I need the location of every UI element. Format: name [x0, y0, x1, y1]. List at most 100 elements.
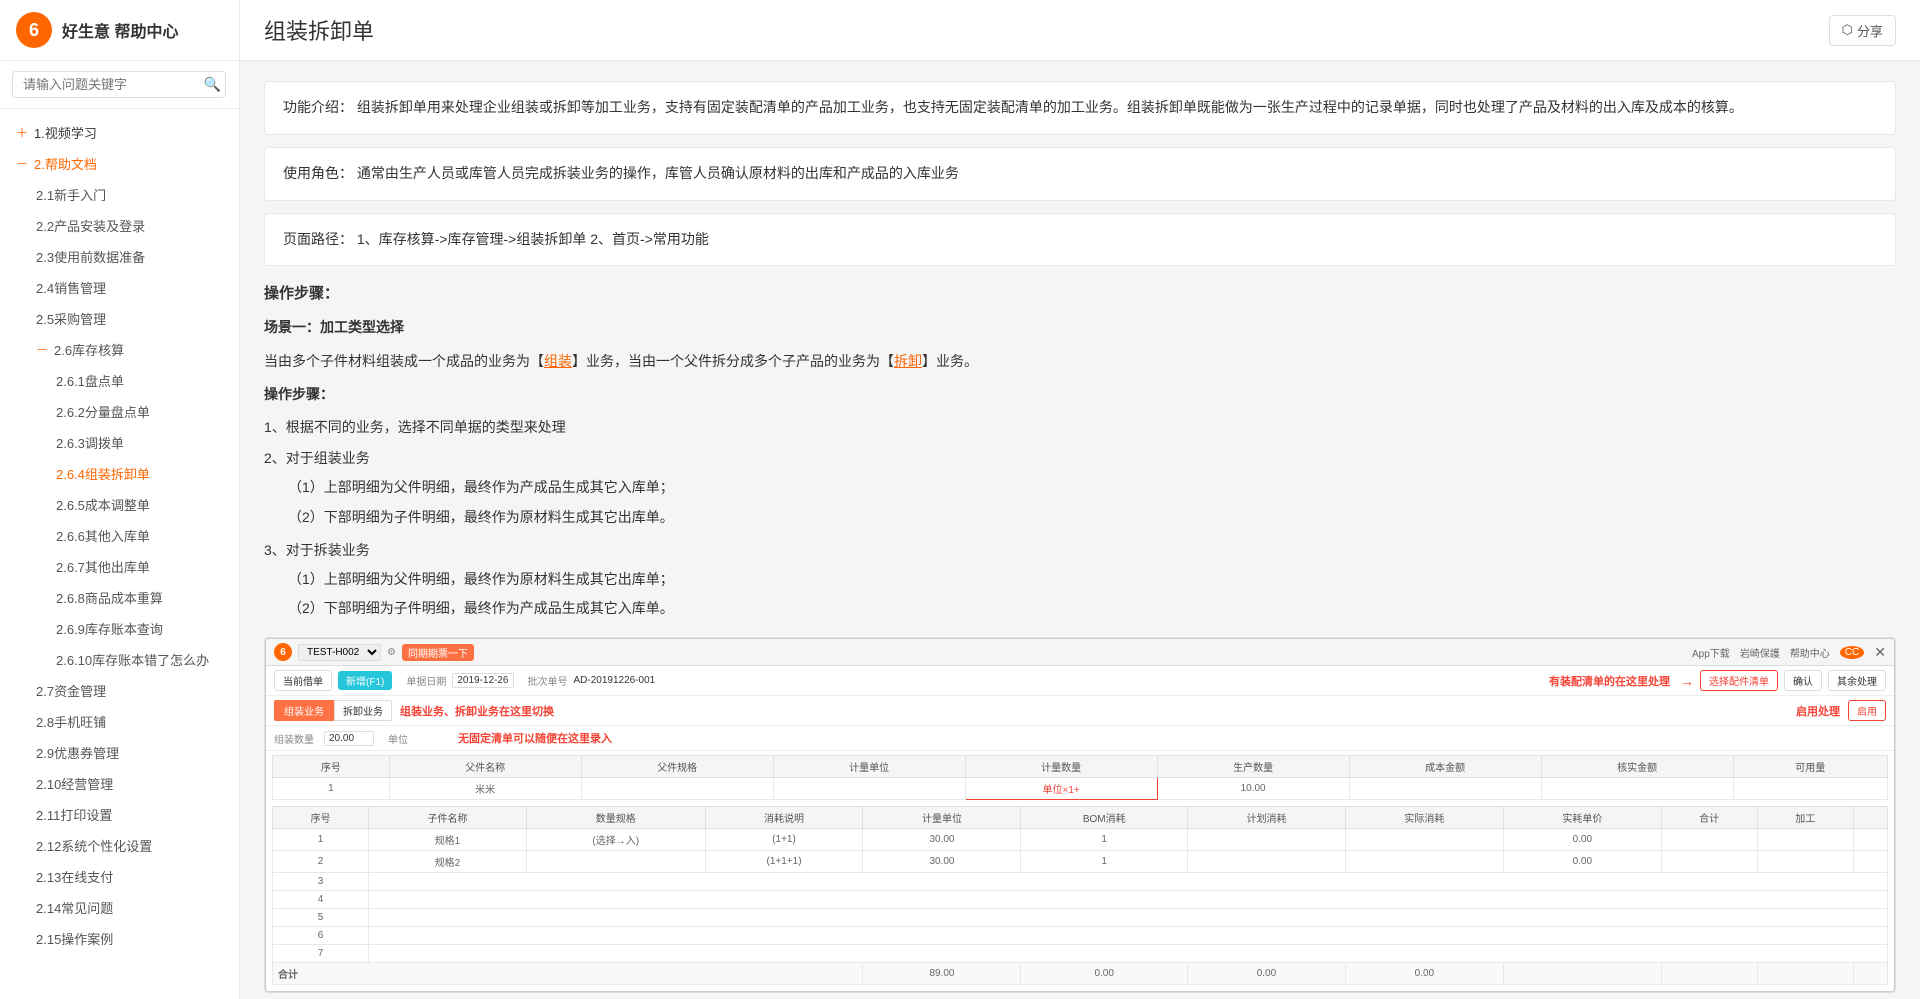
mock-app-bar: 6 TEST-H002 ⚙ 同期期票一下 App下载 岩崎保護 帮助中心 CC …: [266, 639, 1894, 666]
mock-unit-label: 单位: [388, 731, 408, 746]
sidebar-item-video[interactable]: ＋ 1.视频学习: [0, 117, 239, 148]
role-text: 通常由生产人员或库管人员完成拆装业务的操作，库管人员确认原材料的出库和产成品的入…: [357, 165, 959, 181]
step3: 3、对于拆装业务: [264, 538, 1896, 563]
sidebar-item-sales[interactable]: 2.4销售管理: [16, 272, 239, 303]
table-row: 7: [273, 945, 1888, 963]
mock-store-select[interactable]: TEST-H002: [298, 644, 381, 661]
main-header: 组装拆卸单 ⬡ 分享: [240, 0, 1920, 61]
sidebar-item-assemble[interactable]: 2.6.4组装拆卸单: [26, 458, 239, 489]
table-row: 5: [273, 909, 1888, 927]
sidebar-item-finance[interactable]: 2.7资金管理: [16, 675, 239, 706]
table-row: 1 规格1 (选择→入) (1+1) 30.00 1 0.00: [273, 829, 1888, 851]
mock-date-label: 单据日期: [406, 673, 446, 688]
mock-batchno-label: 批次单号: [528, 673, 568, 688]
mock-helpcenter[interactable]: 帮助中心: [1790, 645, 1830, 660]
sidebar: 6 好生意 帮助中心 🔍 ＋ 1.视频学习 － 2.帮助文档 2.1新手入门 2…: [0, 0, 240, 999]
mock-type-tabs: 组装业务 拆卸业务: [274, 700, 392, 721]
screenshot-container: 6 TEST-H002 ⚙ 同期期票一下 App下载 岩崎保護 帮助中心 CC …: [264, 637, 1896, 993]
th-unit: 计量单位: [773, 756, 965, 778]
sidebar-item-coupon[interactable]: 2.9优惠券管理: [16, 737, 239, 768]
mock-type-assemble[interactable]: 组装业务: [274, 700, 334, 721]
search-button[interactable]: 🔍: [198, 76, 227, 93]
mock-help[interactable]: 岩崎保護: [1740, 645, 1780, 660]
mock-enable-btn[interactable]: 启用: [1848, 700, 1886, 721]
sidebar-item-partition[interactable]: 2.6.2分量盘点单: [26, 396, 239, 427]
sidebar-item-adjust[interactable]: 2.6.3调拨单: [26, 427, 239, 458]
sidebar-item-costcalc[interactable]: 2.6.8商品成本重算: [26, 582, 239, 613]
mock-btn-other[interactable]: 其余处理: [1828, 670, 1886, 691]
sidebar-item-newbie[interactable]: 2.1新手入门: [16, 179, 239, 210]
th-prod-qty: 生产数量: [1157, 756, 1349, 778]
step3-sub2: （2）下部明细为子件明细，最终作为产成品生成其它入库单。: [288, 596, 1896, 621]
step2: 2、对于组装业务: [264, 446, 1896, 471]
sidebar-item-stockcheck2[interactable]: 2.6.9库存账本查询: [26, 613, 239, 644]
sidebar-item-install[interactable]: 2.2产品安装及登录: [16, 210, 239, 241]
content-body: 功能介绍： 组装拆卸单用来处理企业组装或拆卸等加工业务，支持有固定装配清单的产品…: [240, 61, 1920, 999]
mock-app: 6 TEST-H002 ⚙ 同期期票一下 App下载 岩崎保護 帮助中心 CC …: [265, 638, 1895, 992]
annotation-arrow1: →: [1680, 673, 1694, 689]
mock-sync: ⚙: [387, 647, 396, 658]
th-parent-name: 父件名称: [389, 756, 581, 778]
step1: 1、根据不同的业务，选择不同单据的类型来处理: [264, 415, 1896, 440]
assemble-link[interactable]: 组装: [544, 353, 572, 369]
path-label: 页面路径：: [283, 231, 353, 247]
sidebar-item-outstock[interactable]: 2.6.7其他出库单: [26, 551, 239, 582]
mock-btn-confirm[interactable]: 确认: [1784, 670, 1822, 691]
table-row: 2 规格2 (1+1+1) 30.00 1 0.00: [273, 851, 1888, 873]
th-cost: 成本金额: [1349, 756, 1541, 778]
sidebar-item-mobile[interactable]: 2.8手机旺铺: [16, 706, 239, 737]
sidebar-item-ops[interactable]: 2.10经营管理: [16, 768, 239, 799]
mock-qty-value[interactable]: 20.00: [324, 731, 374, 746]
disassemble-link[interactable]: 拆卸: [894, 353, 922, 369]
function-text: 组装拆卸单用来处理企业组装或拆卸等加工业务，支持有固定装配清单的产品加工业务，也…: [357, 99, 1743, 115]
sidebar-item-install-label: 2.2产品安装及登录: [36, 216, 145, 235]
sidebar-item-inventory[interactable]: － 2.6库存核算: [16, 334, 239, 365]
mock-tab-new[interactable]: 新增(F1): [338, 671, 392, 690]
mock-btn-period[interactable]: 同期期票一下: [402, 644, 474, 661]
nav-tree: ＋ 1.视频学习 － 2.帮助文档 2.1新手入门 2.2产品安装及登录 2.3…: [0, 109, 239, 999]
nav-sub-docs: 2.1新手入门 2.2产品安装及登录 2.3使用前数据准备 2.4销售管理 2.…: [0, 179, 239, 954]
annotation-enable: 启用处理: [1796, 703, 1840, 719]
mock-batchno-value: AD-20191226-001: [574, 675, 656, 686]
sidebar-item-payment[interactable]: 2.13在线支付: [16, 861, 239, 892]
logo-icon: 6: [16, 12, 52, 48]
sidebar-item-customize[interactable]: 2.12系统个性化设置: [16, 830, 239, 861]
sidebar-item-instock[interactable]: 2.6.6其他入库单: [26, 520, 239, 551]
scene1-title: 场景一：加工类型选择: [264, 319, 404, 335]
plus-icon: ＋: [16, 124, 28, 141]
mock-lower-table: 序号 子件名称 数量规格 消耗说明 计量单位 BOM消耗 计划消耗 实际消耗 实…: [272, 806, 1888, 985]
table-footer: 合计 89.00 0.00 0.00 0.00: [273, 963, 1888, 985]
sidebar-item-purchase-label: 2.5采购管理: [36, 309, 106, 328]
mock-logo: 6: [274, 643, 292, 661]
mock-toolbar: 当前借单 新增(F1) 单据日期 2019-12-26 批次单号 AD-2019…: [266, 666, 1894, 696]
sidebar-item-costadj[interactable]: 2.6.5成本调整单: [26, 489, 239, 520]
mock-qty-label: 组装数量: [274, 731, 314, 746]
mock-app-download[interactable]: App下载: [1692, 645, 1730, 660]
share-label: 分享: [1857, 21, 1883, 40]
sidebar-item-faq[interactable]: 2.14常见问题: [16, 892, 239, 923]
sidebar-item-print[interactable]: 2.11打印设置: [16, 799, 239, 830]
app-title: 好生意 帮助中心: [62, 18, 178, 42]
sidebar-item-docs[interactable]: － 2.帮助文档: [0, 148, 239, 179]
annotation-bom: 有装配清单的在这里处理: [1549, 673, 1670, 689]
mock-type-disassemble[interactable]: 拆卸业务: [334, 700, 392, 721]
mock-close-btn[interactable]: ✕: [1874, 644, 1886, 661]
sidebar-item-data-prep[interactable]: 2.3使用前数据准备: [16, 241, 239, 272]
annotation-free-input: 无固定清单可以随便在这里录入: [458, 730, 612, 746]
step3-sub1: （1）上部明细为父件明细，最终作为原材料生成其它出库单；: [288, 567, 1896, 592]
search-input[interactable]: [12, 71, 226, 98]
sidebar-header: 6 好生意 帮助中心: [0, 0, 239, 61]
mock-select-bom[interactable]: 选择配件清单: [1700, 670, 1778, 691]
sidebar-item-stockerr[interactable]: 2.6.10库存账本错了怎么办: [26, 644, 239, 675]
th-qty: 计量数量: [965, 756, 1157, 778]
mock-date-value[interactable]: 2019-12-26: [452, 673, 513, 688]
mock-tab-current[interactable]: 当前借单: [274, 670, 332, 691]
sidebar-item-stockcheck[interactable]: 2.6.1盘点单: [26, 365, 239, 396]
share-button[interactable]: ⬡ 分享: [1829, 15, 1896, 46]
search-box: 🔍: [0, 61, 239, 109]
annotation-type-switch: 组装业务、拆卸业务在这里切换: [400, 703, 554, 719]
operations-content: 操作步骤： 场景一：加工类型选择 当由多个子件材料组装成一个成品的业务为【组装】…: [264, 280, 1896, 621]
sidebar-item-cases[interactable]: 2.15操作案例: [16, 923, 239, 954]
sidebar-item-sales-label: 2.4销售管理: [36, 278, 106, 297]
sidebar-item-purchase[interactable]: 2.5采购管理: [16, 303, 239, 334]
